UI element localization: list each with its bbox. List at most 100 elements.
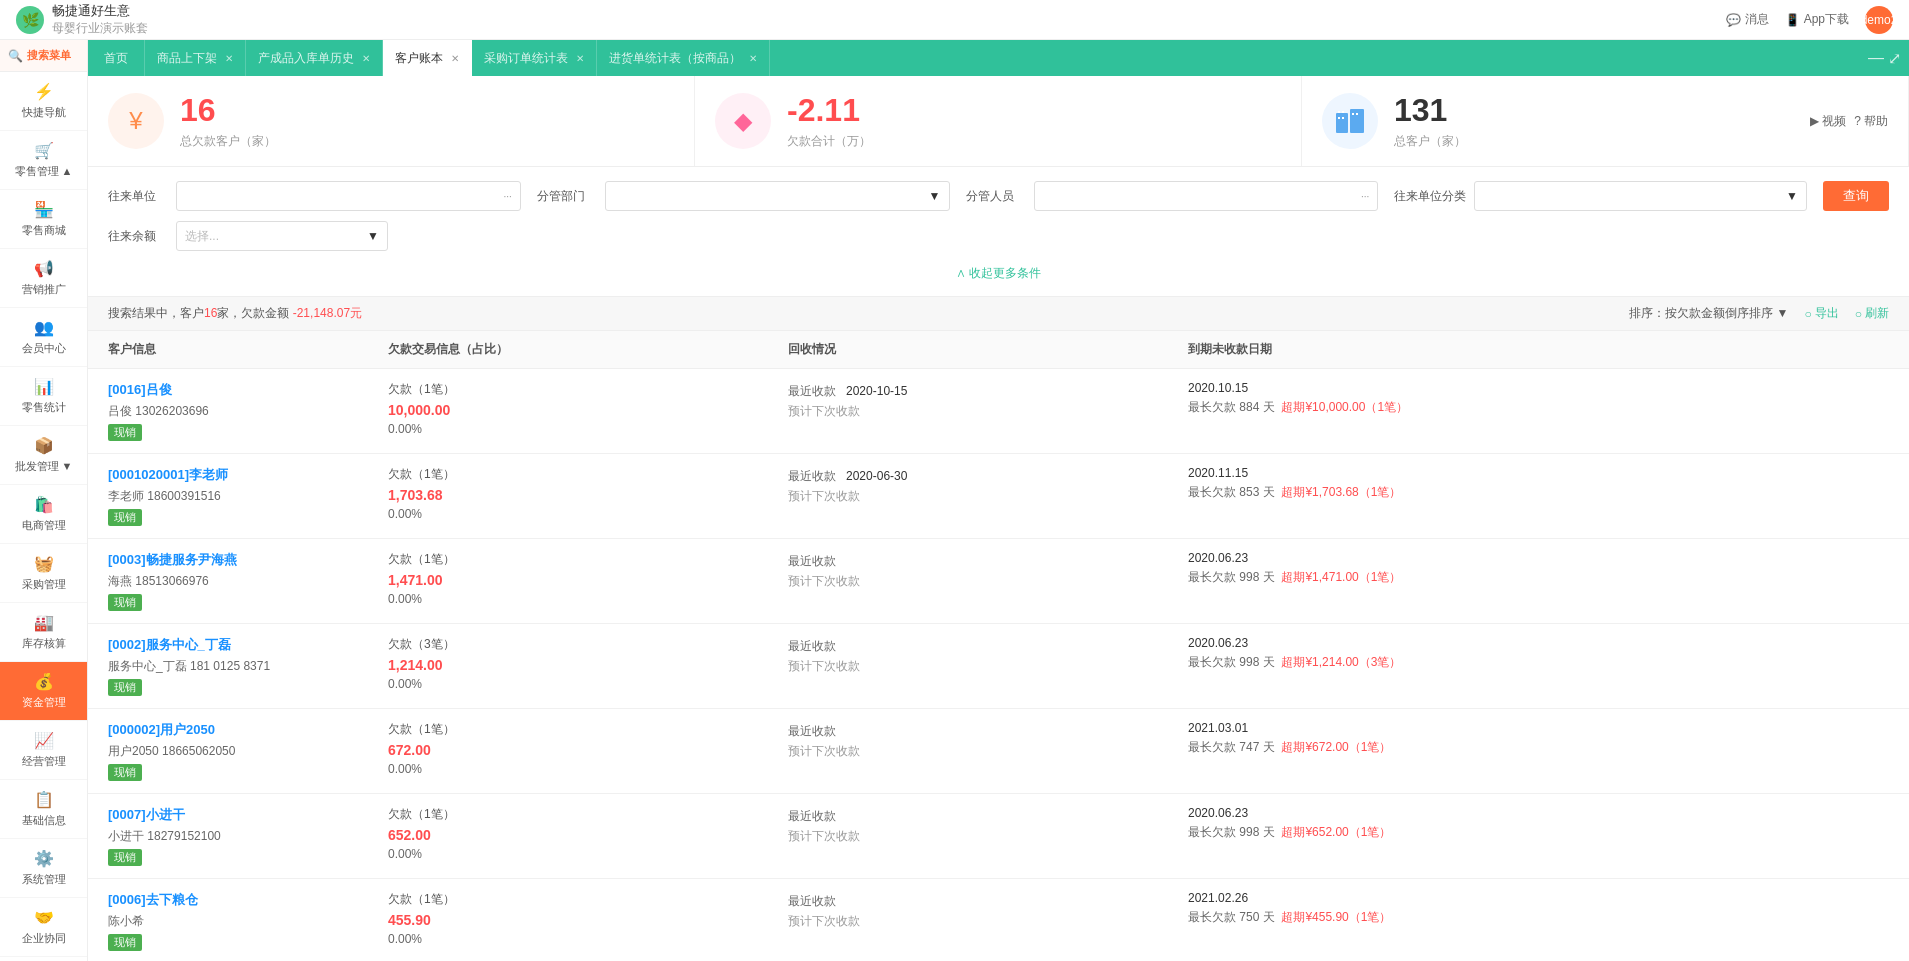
operations-icon: 📈 [34, 731, 54, 750]
sidebar-item-marketing[interactable]: 📢 营销推广 [0, 249, 87, 308]
return-cell-0: 最近收款 2020-10-15 预计下次收款 [788, 381, 1188, 420]
close-tab-finished-history[interactable]: ✕ [362, 53, 370, 64]
col-header-return: 回收情况 [788, 341, 1188, 358]
close-tab-purchase-stats[interactable]: ✕ [576, 53, 584, 64]
refresh-button[interactable]: ○ 刷新 [1855, 305, 1889, 322]
export-button[interactable]: ○ 导出 [1805, 305, 1839, 322]
customer-cell-5: [0007]小进干 小进干 18279152100 现销 [108, 806, 388, 866]
customer-tag-0: 现销 [108, 424, 142, 441]
customer-tag-3: 现销 [108, 679, 142, 696]
sidebar-item-retail-stats[interactable]: 📊 零售统计 [0, 367, 87, 426]
sidebar-item-purchase[interactable]: 🧺 采购管理 [0, 544, 87, 603]
collapse-button[interactable]: ∧ 收起更多条件 [108, 261, 1889, 282]
customer-name-1[interactable]: [0001020001]李老师 [108, 466, 388, 484]
logo-area: 🌿 畅捷通好生意 母婴行业演示账套 [16, 2, 148, 37]
customer-cell-0: [0016]吕俊 吕俊 13026203696 现销 [108, 381, 388, 441]
tab-finished-history[interactable]: 产成品入库单历史 ✕ [246, 40, 383, 76]
system-icon: ⚙️ [34, 849, 54, 868]
help-button[interactable]: ? 帮助 [1854, 113, 1888, 130]
sidebar-item-member[interactable]: 👥 会员中心 [0, 308, 87, 367]
tab-stock-stats[interactable]: 进货单统计表（按商品） ✕ [597, 40, 770, 76]
sidebar-item-finance[interactable]: 💰 资金管理 [0, 662, 87, 721]
table-row: [0007]小进干 小进干 18279152100 现销 欠款（1笔） 652.… [88, 794, 1909, 879]
table-row: [0003]畅捷服务尹海燕 海燕 18513066976 现销 欠款（1笔） 1… [88, 539, 1909, 624]
debt-cell-3: 欠款（3笔） 1,214.00 0.00% [388, 636, 788, 691]
table-row: [000002]用户2050 用户2050 18665062050 现销 欠款（… [88, 709, 1909, 794]
close-tab-stock-stats[interactable]: ✕ [749, 53, 757, 64]
video-view-button[interactable]: ▶ 视频 [1810, 113, 1846, 130]
sidebar-item-retail-mgmt[interactable]: 🛒 零售管理 ▲ [0, 131, 87, 190]
tab-customer-account[interactable]: 客户账本 ✕ [383, 40, 472, 76]
unit-class-select[interactable]: ▼ [1474, 181, 1807, 211]
table-row: [0001020001]李老师 李老师 18600391516 现销 欠款（1笔… [88, 454, 1909, 539]
customer-phone-3: 服务中心_丁磊 181 0125 8371 [108, 658, 388, 675]
svg-rect-2 [1338, 111, 1340, 113]
tab-product-listing[interactable]: 商品上下架 ✕ [145, 40, 246, 76]
sidebar-item-enterprise[interactable]: 🤝 企业协同 [0, 898, 87, 957]
sidebar-item-retail-mall[interactable]: 🏪 零售商城 [0, 190, 87, 249]
customer-name-4[interactable]: [000002]用户2050 [108, 721, 388, 739]
customer-name-3[interactable]: [0002]服务中心_丁磊 [108, 636, 388, 654]
ecommerce-icon: 🛍️ [34, 495, 54, 514]
customer-name-2[interactable]: [0003]畅捷服务尹海燕 [108, 551, 388, 569]
tabs-right-actions: — ⤢ [1868, 49, 1909, 68]
message-button[interactable]: 💬 消息 [1726, 11, 1769, 28]
sidebar-item-newbie[interactable]: 🎓 新手引导 [0, 957, 87, 961]
finance-icon: 💰 [34, 672, 54, 691]
customer-tag-1: 现销 [108, 509, 142, 526]
filter-row-1: 往来单位 ··· 分管部门 ▼ 分管人员 ··· [108, 181, 1889, 211]
stat-info-debt-amount: -2.11 欠款合计（万） [787, 92, 1281, 150]
customer-phone-0: 吕俊 13026203696 [108, 403, 388, 420]
tab-purchase-stats[interactable]: 采购订单统计表 ✕ [472, 40, 597, 76]
sidebar-item-warehouse[interactable]: 🏭 库存核算 [0, 603, 87, 662]
sidebar-item-batch-mgmt[interactable]: 📦 批发管理 ▼ [0, 426, 87, 485]
avatar[interactable]: demo2 [1865, 6, 1893, 34]
customer-tag-4: 现销 [108, 764, 142, 781]
customer-name-6[interactable]: [0006]去下粮仓 [108, 891, 388, 909]
debt-cell-2: 欠款（1笔） 1,471.00 0.00% [388, 551, 788, 606]
stat-card-debt-customers: ¥ 16 总欠款客户（家） [88, 76, 695, 166]
svg-rect-1 [1350, 109, 1364, 133]
stat-info-debt-customers: 16 总欠款客户（家） [180, 92, 674, 150]
tab-home[interactable]: 首页 [88, 40, 145, 76]
person-input[interactable]: ··· [1034, 181, 1379, 211]
customer-name-0[interactable]: [0016]吕俊 [108, 381, 388, 399]
stat-label-debt-amount: 欠款合计（万） [787, 133, 1281, 150]
customer-phone-1: 李老师 18600391516 [108, 488, 388, 505]
from-unit-input[interactable]: ··· [176, 181, 521, 211]
logo-icon: 🌿 [16, 6, 44, 34]
sidebar-item-basic-info[interactable]: 📋 基础信息 [0, 780, 87, 839]
sidebar-item-ecommerce[interactable]: 🛍️ 电商管理 [0, 485, 87, 544]
search-button[interactable]: 查询 [1823, 181, 1889, 211]
app-download-button[interactable]: 📱 App下载 [1785, 11, 1849, 28]
minimize-icon[interactable]: — [1868, 49, 1884, 67]
table-row: [0016]吕俊 吕俊 13026203696 现销 欠款（1笔） 10,000… [88, 369, 1909, 454]
svg-rect-5 [1342, 117, 1344, 119]
customer-cell-3: [0002]服务中心_丁磊 服务中心_丁磊 181 0125 8371 现销 [108, 636, 388, 696]
unit-class-chevron-icon: ▼ [1786, 189, 1798, 203]
stat-label-total-customers: 总客户（家） [1394, 133, 1794, 150]
balance-select[interactable]: 选择... ▼ [176, 221, 388, 251]
close-tab-customer-account[interactable]: ✕ [451, 53, 459, 64]
stat-card-right-actions: ▶ 视频 ? 帮助 [1810, 113, 1888, 130]
debt-cell-5: 欠款（1笔） 652.00 0.00% [388, 806, 788, 861]
return-cell-4: 最近收款 预计下次收款 [788, 721, 1188, 760]
retail-mgmt-icon: 🛒 [34, 141, 54, 160]
sidebar-item-quick-nav[interactable]: ⚡ 快捷导航 [0, 72, 87, 131]
filter-area: 往来单位 ··· 分管部门 ▼ 分管人员 ··· [88, 167, 1909, 297]
maximize-icon[interactable]: ⤢ [1888, 49, 1901, 68]
enterprise-icon: 🤝 [34, 908, 54, 927]
sidebar-item-operations[interactable]: 📈 经营管理 [0, 721, 87, 780]
filter-unit-class: 往来单位分类 ▼ [1394, 181, 1807, 211]
svg-rect-4 [1338, 117, 1340, 119]
return-cell-5: 最近收款 预计下次收款 [788, 806, 1188, 845]
sidebar-item-system[interactable]: ⚙️ 系统管理 [0, 839, 87, 898]
sidebar-item-search-menu[interactable]: 🔍 搜索菜单 [0, 40, 87, 72]
dept-select[interactable]: ▼ [605, 181, 950, 211]
customer-name-5[interactable]: [0007]小进干 [108, 806, 388, 824]
stat-number-debt-customers: 16 [180, 92, 674, 129]
customer-cell-6: [0006]去下粮仓 陈小希 现销 [108, 891, 388, 951]
close-tab-product-listing[interactable]: ✕ [225, 53, 233, 64]
filter-person: 分管人员 ··· [966, 181, 1379, 211]
return-cell-2: 最近收款 预计下次收款 [788, 551, 1188, 590]
